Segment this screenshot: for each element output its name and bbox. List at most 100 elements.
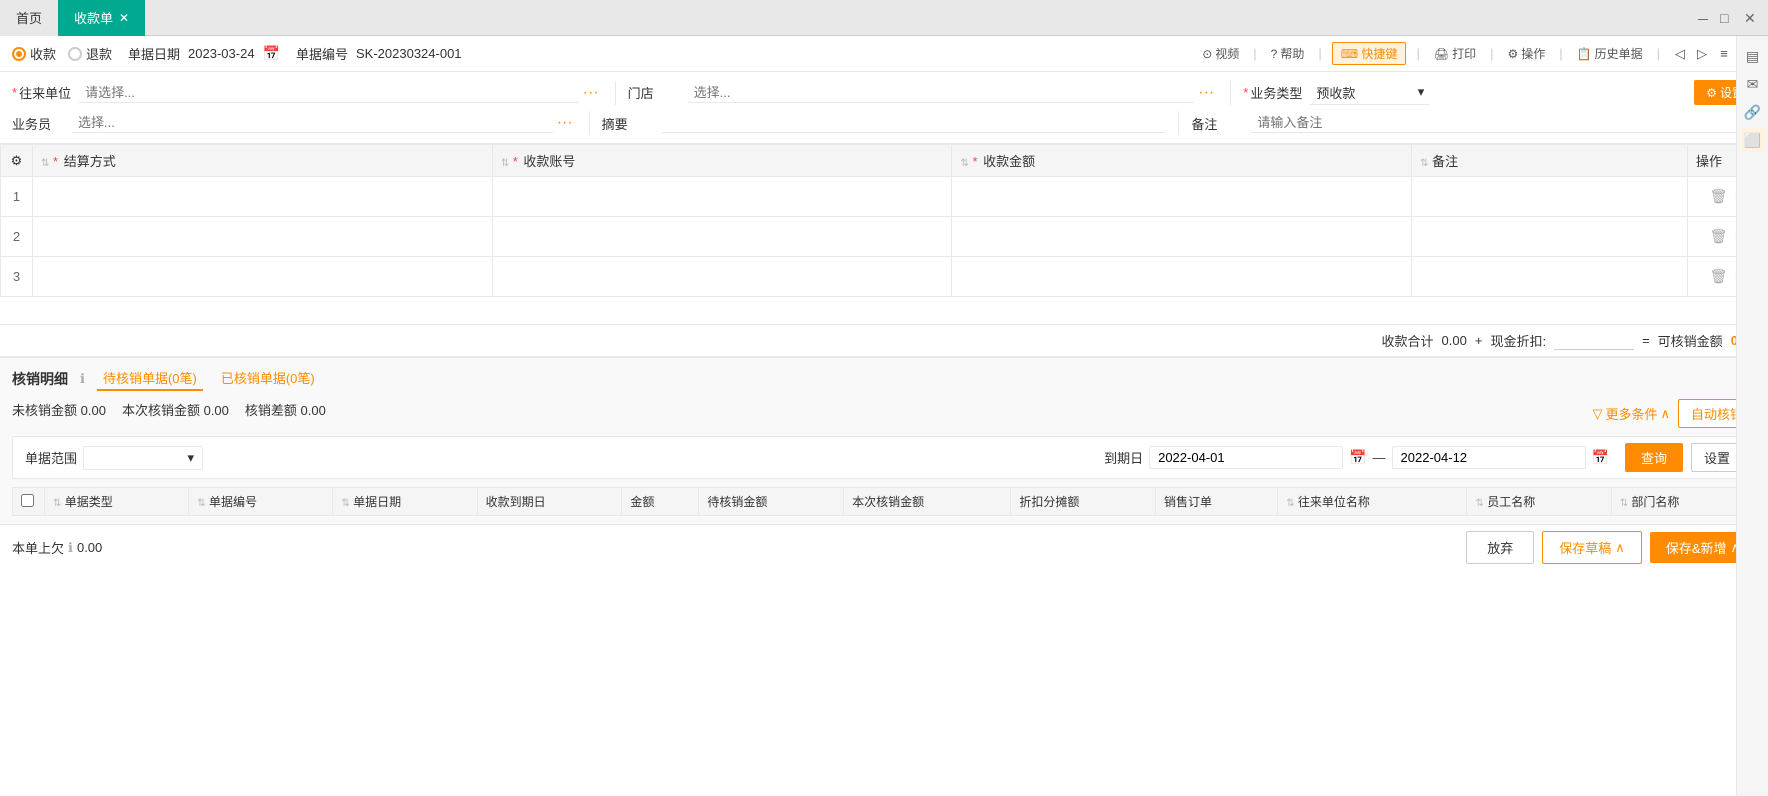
abandon-btn[interactable]: 放弃 <box>1466 531 1534 564</box>
business-type-value: 预收款 <box>1316 83 1355 102</box>
salesperson-input[interactable] <box>72 113 553 133</box>
top-toolbar: 收款 退款 单据日期 2023-03-24 📅 单据编号 SK-20230324… <box>0 36 1768 72</box>
store-field-group: 门店 ··· <box>628 83 1219 103</box>
doc-no-sort-icon: ⇅ <box>197 498 205 509</box>
date-from-input[interactable] <box>1149 446 1343 469</box>
sidebar-email-icon[interactable]: ✉ <box>1741 72 1765 96</box>
help-label: 帮助 <box>1280 45 1304 62</box>
save-draft-btn[interactable]: 保存草稿 ∧ <box>1542 531 1642 564</box>
summary-input[interactable] <box>662 113 1167 133</box>
receipt-type-radio-group: 收款 退款 <box>12 44 112 63</box>
summary-bar: 收款合计 0.00 + 现金折扣: = 可核销金额 0.00 <box>0 324 1768 356</box>
counterpart-more-icon[interactable]: ··· <box>579 84 603 102</box>
doc-range-select[interactable]: ▾ <box>83 446 203 470</box>
sidebar-screenshot-icon[interactable]: ⬜ <box>1741 128 1765 152</box>
employee-label: 员工名称 <box>1487 495 1535 509</box>
row-1-delete-icon[interactable]: 🗑 <box>1710 188 1728 205</box>
store-input[interactable] <box>688 83 1195 103</box>
radio-refund-dot <box>68 47 82 61</box>
discount-input[interactable] <box>1554 332 1634 350</box>
counterpart-label: 往来单位 <box>19 83 79 102</box>
row-1-amount[interactable] <box>952 177 1412 217</box>
row-3-remark[interactable] <box>1412 257 1688 297</box>
receipt-total-value: 0.00 <box>1442 333 1467 348</box>
operate-action-btn[interactable]: ⚙ 操作 <box>1503 43 1549 64</box>
close-icon[interactable]: ✕ <box>1744 10 1760 26</box>
due-date-label-th: 收款到期日 <box>486 495 546 509</box>
account-label: 收款账号 <box>523 154 575 169</box>
row-2-account[interactable] <box>492 217 952 257</box>
help-action-btn[interactable]: ? 帮助 <box>1267 43 1309 64</box>
settlement-header: ⇅ * 结算方式 <box>33 145 493 177</box>
row-3-settlement[interactable] <box>33 257 493 297</box>
store-label: 门店 <box>628 83 688 102</box>
prev-view-btn[interactable]: ◁ <box>1670 44 1690 64</box>
date-to-input[interactable] <box>1392 446 1586 469</box>
row-2-remark[interactable] <box>1412 217 1688 257</box>
tab-home[interactable]: 首页 <box>0 0 58 36</box>
sales-order-label: 销售订单 <box>1164 495 1212 509</box>
sep4 <box>1178 111 1179 135</box>
verify-header: 核销明细 ℹ 待核销单据(0笔) 已核销单据(0笔) <box>12 366 1756 391</box>
verify-tab-verified[interactable]: 已核销单据(0笔) <box>215 366 321 391</box>
shortcut-icon: ⌨ <box>1341 47 1358 61</box>
doc-range-chevron-icon: ▾ <box>187 450 194 466</box>
row-1-settlement[interactable] <box>33 177 493 217</box>
store-more-icon[interactable]: ··· <box>1194 84 1218 102</box>
verify-actions: ▽ 更多条件 ∧ 自动核销 <box>1592 399 1756 428</box>
next-view-btn[interactable]: ▷ <box>1692 44 1712 64</box>
shortcut-btn[interactable]: ⌨ 快捷键 <box>1332 42 1407 65</box>
date-from-calendar-icon[interactable]: 📅 <box>1349 449 1366 466</box>
row-3-amount[interactable] <box>952 257 1412 297</box>
window-controls: － □ ✕ <box>1696 10 1768 26</box>
row-2-delete-icon[interactable]: 🗑 <box>1710 228 1728 245</box>
sidebar-table-icon[interactable]: ▤ <box>1741 44 1765 68</box>
sep2 <box>1230 81 1231 105</box>
doc-type-label: 单据类型 <box>65 495 113 509</box>
row-3-delete-icon[interactable]: 🗑 <box>1710 268 1728 285</box>
tab-receipt[interactable]: 收款单 ✕ <box>58 0 145 36</box>
doc-date-calendar-icon[interactable]: 📅 <box>263 45 280 62</box>
verify-tab-pending[interactable]: 待核销单据(0笔) <box>97 366 203 391</box>
minimize-icon[interactable]: － <box>1696 10 1712 26</box>
tab-receipt-label: 收款单 <box>74 8 113 27</box>
tab-close-icon[interactable]: ✕ <box>119 11 129 25</box>
history-icon: 📋 <box>1577 47 1592 61</box>
maximize-icon[interactable]: □ <box>1720 10 1736 26</box>
print-label: 打印 <box>1452 45 1476 62</box>
table-settings-header[interactable]: ⚙ <box>1 145 33 177</box>
business-type-select[interactable]: 预收款 ▾ <box>1310 81 1430 105</box>
table-row: 1 🗑 ⧉ <box>1 177 1768 217</box>
print-action-btn[interactable]: 🖨 打印 <box>1430 43 1480 64</box>
list-view-btn[interactable]: ≡ <box>1714 44 1734 64</box>
doc-no-header: ⇅ 单据编号 <box>189 488 333 516</box>
row-3-account[interactable] <box>492 257 952 297</box>
select-all-checkbox[interactable] <box>21 494 34 507</box>
amount-th-header: 金额 <box>622 488 699 516</box>
remark-input[interactable] <box>1251 113 1756 133</box>
counterpart-field-group: * 往来单位 ··· <box>12 83 603 103</box>
footer-info-icon[interactable]: ℹ <box>68 540 73 556</box>
salesperson-more-icon[interactable]: ··· <box>553 114 577 132</box>
date-to-calendar-icon[interactable]: 📅 <box>1592 449 1609 466</box>
row-1-remark[interactable] <box>1412 177 1688 217</box>
row-1-account[interactable] <box>492 177 952 217</box>
counterpart-input[interactable] <box>79 83 579 103</box>
row-3-num: 3 <box>1 257 33 297</box>
amount-label: 收款金额 <box>983 154 1035 169</box>
radio-refund[interactable]: 退款 <box>68 44 112 63</box>
more-filter-btn[interactable]: ▽ 更多条件 ∧ <box>1592 404 1670 423</box>
query-btn[interactable]: 查询 <box>1625 443 1683 472</box>
verify-info-icon[interactable]: ℹ <box>80 371 85 387</box>
more-filter-label: 更多条件 <box>1605 404 1657 423</box>
row-2-settlement[interactable] <box>33 217 493 257</box>
sidebar-link-icon[interactable]: 🔗 <box>1741 100 1765 124</box>
radio-receipt[interactable]: 收款 <box>12 44 56 63</box>
video-action-btn[interactable]: ⊙ 视频 <box>1198 43 1243 64</box>
date-range-filter: 到期日 📅 — 📅 <box>1104 446 1609 469</box>
amount-sort-icon: ⇅ <box>960 158 968 169</box>
history-action-btn[interactable]: 📋 历史单据 <box>1573 43 1647 64</box>
footer-actions: 放弃 保存草稿 ∧ 保存&新增 ∧ <box>1466 531 1756 564</box>
row-2-amount[interactable] <box>952 217 1412 257</box>
doc-range-label: 单据范围 <box>25 448 77 467</box>
